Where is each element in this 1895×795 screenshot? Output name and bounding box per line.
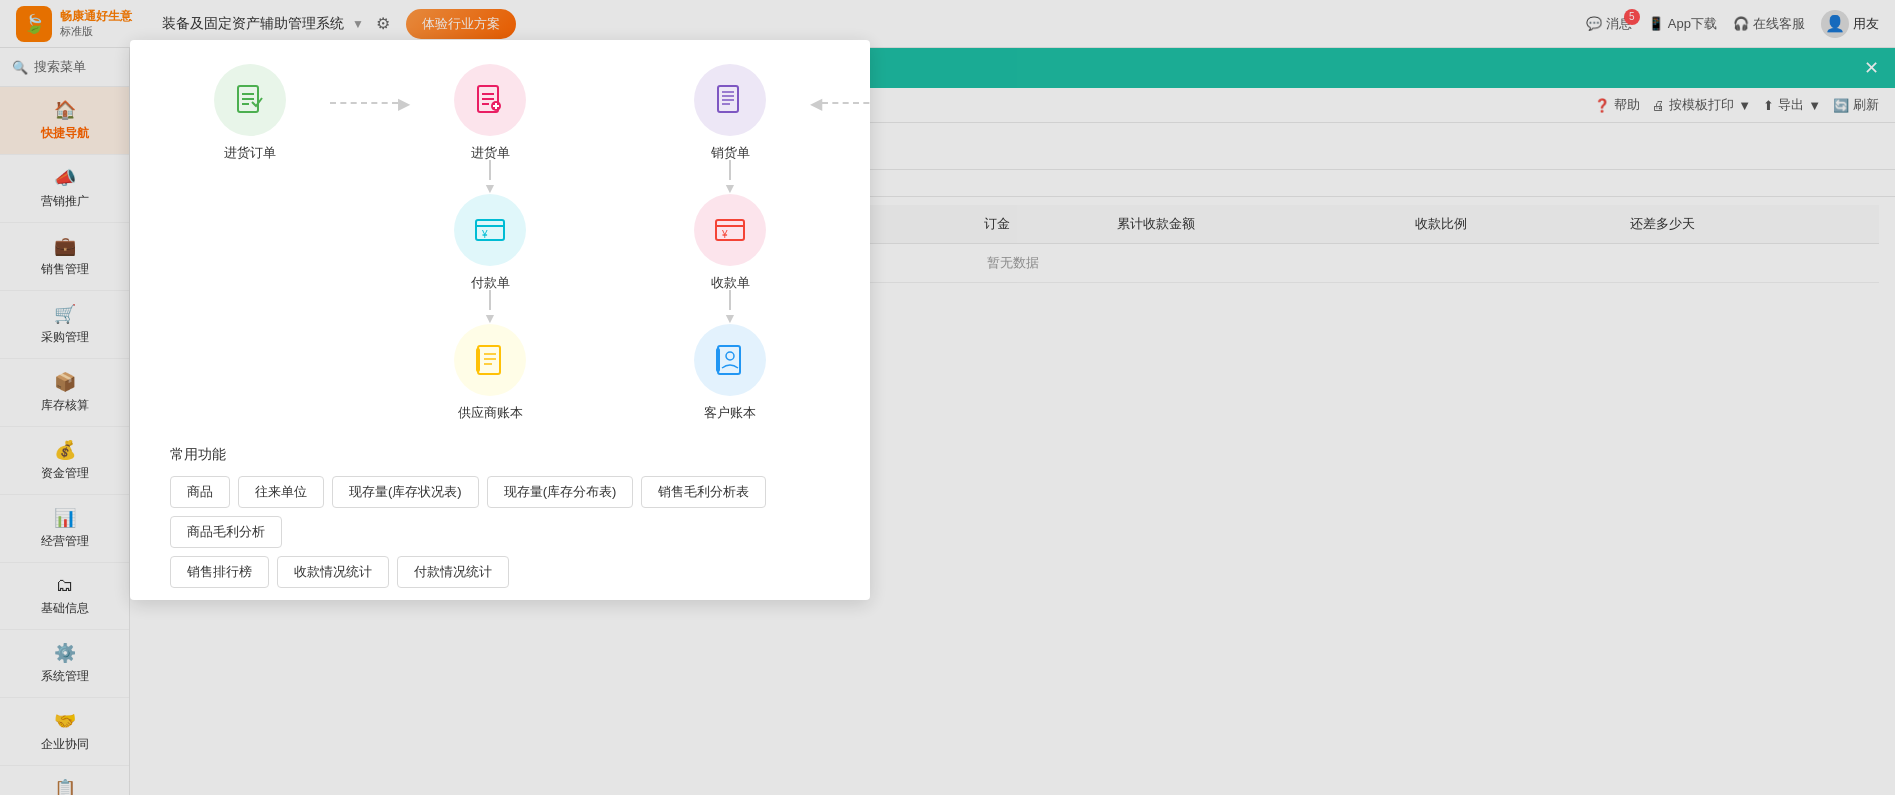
func-receipt-stat[interactable]: 收款情况统计	[277, 556, 389, 588]
customer-ledger-icon	[712, 342, 748, 378]
func-product[interactable]: 商品	[170, 476, 230, 508]
function-buttons-row1: 商品 往来单位 现存量(库存状况表) 现存量(库存分布表) 销售毛利分析表 商品…	[170, 476, 830, 548]
purchase-order-icon	[232, 82, 268, 118]
flow-diagram: 进货订单 ▶	[170, 64, 830, 422]
receipt-circle: ¥	[694, 194, 766, 266]
svg-rect-26	[478, 346, 500, 374]
arrow-1: ▶	[330, 94, 410, 113]
down-arrow-4: ▼	[723, 290, 737, 326]
flow-item-customer-ledger[interactable]: 客户账本	[694, 324, 766, 422]
svg-rect-23	[716, 220, 744, 240]
down-arrow-1: ▼	[483, 160, 497, 196]
func-payment-stat[interactable]: 付款情况统计	[397, 556, 509, 588]
func-product-gross[interactable]: 商品毛利分析	[170, 516, 282, 548]
func-inventory-dist[interactable]: 现存量(库存分布表)	[487, 476, 634, 508]
flow-item-payment[interactable]: ¥ 付款单	[454, 194, 526, 292]
flow-item-sales[interactable]: 销货单	[694, 64, 766, 162]
svg-point-33	[726, 352, 734, 360]
dialog-body: 进货订单 ▶	[130, 40, 870, 600]
common-functions-title: 常用功能	[170, 446, 830, 464]
supplier-ledger-icon	[472, 342, 508, 378]
common-functions: 常用功能 商品 往来单位 现存量(库存状况表) 现存量(库存分布表) 销售毛利分…	[170, 446, 830, 588]
flow-item-receipt[interactable]: ¥ 收款单	[694, 194, 766, 292]
flow-item-purchase[interactable]: 进货单	[454, 64, 526, 162]
purchase-order-circle	[214, 64, 286, 136]
payment-icon: ¥	[472, 212, 508, 248]
quick-nav-dialog: 进货订单 ▶	[130, 40, 870, 600]
purchase-circle	[454, 64, 526, 136]
sales-circle	[694, 64, 766, 136]
func-sales-rank[interactable]: 销售排行榜	[170, 556, 269, 588]
overlay: 进货订单 ▶	[0, 0, 1895, 795]
svg-rect-32	[716, 348, 720, 372]
sales-icon	[712, 82, 748, 118]
down-arrow-3: ▼	[483, 290, 497, 326]
func-inventory-status[interactable]: 现存量(库存状况表)	[332, 476, 479, 508]
flow-item-supplier-ledger[interactable]: 供应商账本	[454, 324, 526, 422]
down-arrow-2: ▼	[723, 160, 737, 196]
receipt-icon: ¥	[712, 212, 748, 248]
func-sales-gross[interactable]: 销售毛利分析表	[641, 476, 766, 508]
purchase-icon	[472, 82, 508, 118]
flow-item-purchase-order[interactable]: 进货订单	[214, 64, 286, 162]
svg-rect-20	[476, 220, 504, 240]
payment-circle: ¥	[454, 194, 526, 266]
func-partner[interactable]: 往来单位	[238, 476, 324, 508]
customer-ledger-circle	[694, 324, 766, 396]
svg-rect-11	[718, 86, 738, 112]
svg-text:¥: ¥	[721, 229, 728, 240]
function-buttons-row2: 销售排行榜 收款情况统计 付款情况统计	[170, 556, 830, 588]
arrow-2: ◀	[810, 94, 870, 113]
svg-text:¥: ¥	[481, 229, 488, 240]
supplier-ledger-circle	[454, 324, 526, 396]
svg-rect-27	[476, 348, 480, 372]
